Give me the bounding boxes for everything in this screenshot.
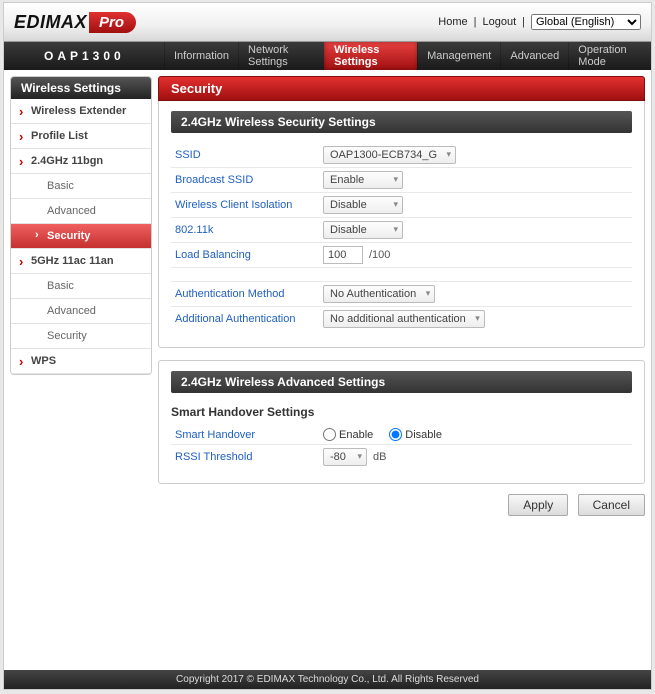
nav-information[interactable]: Information [164,42,238,70]
row-broadcast-ssid: Broadcast SSID Enable [171,168,632,193]
label-80211k: 802.11k [171,224,323,236]
sidebar-item-5-advanced[interactable]: Advanced [11,299,151,324]
header-links: Home | Logout | Global (English) [438,14,641,30]
home-link[interactable]: Home [438,16,467,28]
sidebar-item-5ghz[interactable]: 5GHz 11ac 11an [11,249,151,274]
row-load-balancing: Load Balancing /100 [171,243,632,268]
sidebar-item-profile-list[interactable]: Profile List [11,124,151,149]
row-client-isolation: Wireless Client Isolation Disable [171,193,632,218]
nav-operation-mode[interactable]: Operation Mode [568,42,651,70]
page-title: Security [158,76,645,101]
suffix-load-balancing: /100 [369,249,390,261]
action-buttons: Apply Cancel [158,494,645,516]
row-rssi-threshold: RSSI Threshold -80 dB [171,445,632,469]
sidebar-title: Wireless Settings [11,77,151,99]
input-load-balancing[interactable] [323,246,363,264]
label-client-isolation: Wireless Client Isolation [171,199,323,211]
label-rssi-threshold: RSSI Threshold [171,451,323,463]
brand-suffix: Pro [89,12,136,33]
select-client-isolation[interactable]: Disable [323,196,403,214]
header-bar: EDIMAX Pro Home | Logout | Global (Engli… [4,3,651,42]
row-ssid: SSID OAP1300-ECB734_G [171,143,632,168]
content-area: Security 2.4GHz Wireless Security Settin… [158,76,645,516]
label-load-balancing: Load Balancing [171,249,323,261]
row-80211k: 802.11k Disable [171,218,632,243]
sidebar-item-5-basic[interactable]: Basic [11,274,151,299]
nav-items: Information Network Settings Wireless Se… [164,42,651,70]
nav-wireless-settings[interactable]: Wireless Settings [324,42,417,70]
label-auth-method: Authentication Method [171,288,323,300]
row-auth-method: Authentication Method No Authentication [171,282,632,307]
separator: | [522,16,525,28]
select-rssi-threshold[interactable]: -80 [323,448,367,466]
section-heading-advanced: 2.4GHz Wireless Advanced Settings [171,371,632,393]
label-broadcast-ssid: Broadcast SSID [171,174,323,186]
row-additional-auth: Additional Authentication No additional … [171,307,632,331]
brand-logo: EDIMAX Pro [14,12,136,33]
row-spacer [171,268,632,282]
section-heading-security: 2.4GHz Wireless Security Settings [171,111,632,133]
sidebar-item-24-basic[interactable]: Basic [11,174,151,199]
apply-button[interactable]: Apply [508,494,568,516]
main-nav: OAP1300 Information Network Settings Wir… [4,42,651,70]
logout-link[interactable]: Logout [482,16,516,28]
suffix-rssi: dB [373,451,386,463]
sidebar-item-24ghz[interactable]: 2.4GHz 11bgn [11,149,151,174]
sidebar: Wireless Settings Wireless Extender Prof… [10,76,152,375]
advanced-panel: 2.4GHz Wireless Advanced Settings Smart … [158,360,645,484]
main-area: Wireless Settings Wireless Extender Prof… [4,70,651,670]
select-broadcast-ssid[interactable]: Enable [323,171,403,189]
nav-management[interactable]: Management [417,42,500,70]
model-label: OAP1300 [4,42,164,70]
select-auth-method[interactable]: No Authentication [323,285,435,303]
footer: Copyright 2017 © EDIMAX Technology Co., … [4,670,651,689]
security-panel: 2.4GHz Wireless Security Settings SSID O… [158,101,645,348]
sidebar-item-24-advanced[interactable]: Advanced [11,199,151,224]
row-smart-handover: Smart Handover Enable Disable [171,425,632,445]
select-additional-auth[interactable]: No additional authentication [323,310,485,328]
cancel-button[interactable]: Cancel [578,494,645,516]
radio-handover-disable[interactable]: Disable [389,428,442,441]
select-80211k[interactable]: Disable [323,221,403,239]
select-ssid[interactable]: OAP1300-ECB734_G [323,146,456,164]
language-select[interactable]: Global (English) [531,14,641,30]
separator: | [474,16,477,28]
subheading-handover: Smart Handover Settings [171,403,632,425]
sidebar-item-wireless-extender[interactable]: Wireless Extender [11,99,151,124]
sidebar-item-24-security[interactable]: Security [11,224,151,249]
radio-handover-enable[interactable]: Enable [323,428,373,441]
label-additional-auth: Additional Authentication [171,313,323,325]
radio-input-enable[interactable] [323,428,336,441]
brand-name: EDIMAX [14,12,87,33]
nav-advanced[interactable]: Advanced [500,42,568,70]
label-ssid: SSID [171,149,323,161]
sidebar-item-wps[interactable]: WPS [11,349,151,374]
label-smart-handover: Smart Handover [171,429,323,441]
radio-input-disable[interactable] [389,428,402,441]
nav-network-settings[interactable]: Network Settings [238,42,324,70]
sidebar-item-5-security[interactable]: Security [11,324,151,349]
